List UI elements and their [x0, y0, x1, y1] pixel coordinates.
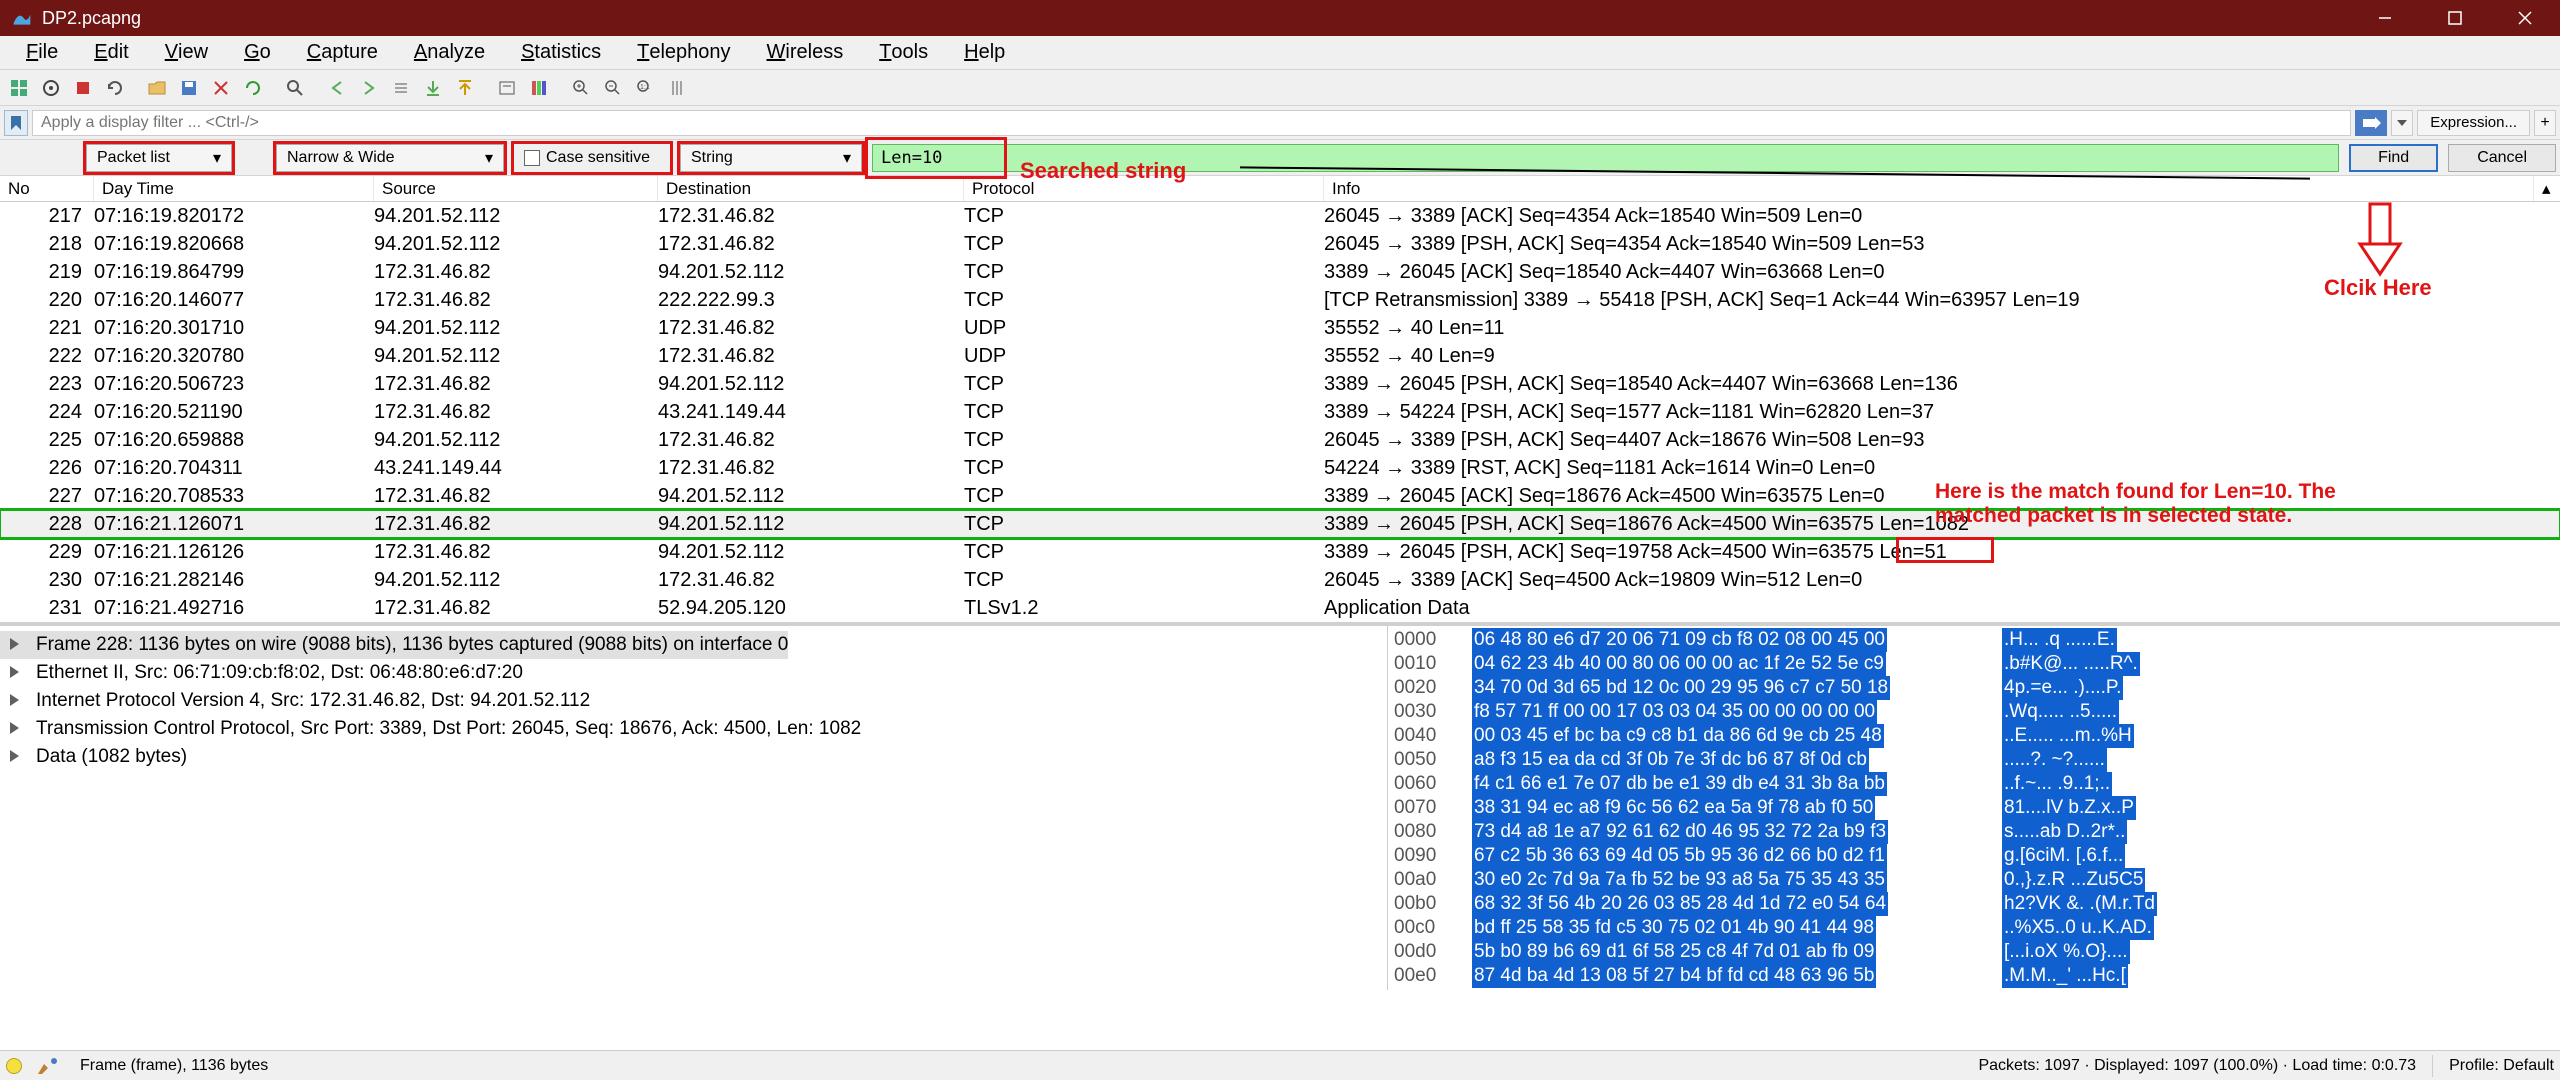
goto-last-icon[interactable]: [450, 73, 480, 103]
colorize-icon[interactable]: [524, 73, 554, 103]
wireshark-icon: [12, 8, 32, 28]
zoom-in-icon[interactable]: [566, 73, 596, 103]
table-row[interactable]: 21907:16:19.864799172.31.46.82 94.201.52…: [0, 258, 2560, 286]
find-button[interactable]: Find: [2349, 144, 2438, 172]
close-file-icon[interactable]: [206, 73, 236, 103]
menu-analyze[interactable]: Analyze: [396, 36, 503, 70]
menu-help[interactable]: Help: [946, 36, 1023, 70]
table-row[interactable]: 22907:16:21.126126172.31.46.82 94.201.52…: [0, 538, 2560, 566]
table-row[interactable]: 22207:16:20.32078094.201.52.112 172.31.4…: [0, 342, 2560, 370]
reload-icon[interactable]: [238, 73, 268, 103]
titlebar: DP2.pcapng: [0, 0, 2560, 36]
menu-statistics[interactable]: Statistics: [503, 36, 619, 70]
statusbar: Frame (frame), 1136 bytes Packets: 1097 …: [0, 1050, 2560, 1080]
tree-node[interactable]: Frame 228: 1136 bytes on wire (9088 bits…: [0, 631, 788, 659]
scroll-up-icon[interactable]: ▴: [2534, 176, 2560, 201]
tree-node[interactable]: Data (1082 bytes): [0, 743, 1387, 771]
col-source[interactable]: Source: [374, 176, 658, 201]
col-info[interactable]: Info: [1324, 176, 2534, 201]
start-capture-icon[interactable]: [68, 73, 98, 103]
display-filter-bar: Expression... +: [0, 106, 2560, 140]
prev-icon[interactable]: [322, 73, 352, 103]
status-left: Frame (frame), 1136 bytes: [80, 1057, 268, 1075]
col-destination[interactable]: Destination: [658, 176, 964, 201]
table-row[interactable]: 23107:16:21.492716172.31.46.82 52.94.205…: [0, 594, 2560, 622]
menubar: FileEditViewGoCaptureAnalyzeStatisticsTe…: [0, 36, 2560, 70]
expert-info-icon[interactable]: [6, 1058, 22, 1074]
find-scope-combo[interactable]: Packet list▾: [86, 144, 232, 172]
case-sensitive-checkbox[interactable]: Case sensitive: [514, 144, 670, 172]
find-search-input[interactable]: [872, 144, 2339, 172]
main-toolbar: 1:1: [0, 70, 2560, 106]
find-type-combo[interactable]: String▾: [680, 144, 862, 172]
col-no[interactable]: No: [0, 176, 94, 201]
window-title: DP2.pcapng: [42, 8, 141, 29]
minimize-button[interactable]: [2350, 0, 2420, 36]
close-button[interactable]: [2490, 0, 2560, 36]
col-protocol[interactable]: Protocol: [964, 176, 1324, 201]
find-icon[interactable]: [280, 73, 310, 103]
status-mid: Packets: 1097 · Displayed: 1097 (100.0%)…: [1978, 1057, 2416, 1075]
filter-apply-icon[interactable]: [2355, 110, 2387, 136]
table-row[interactable]: 22707:16:20.708533172.31.46.82 94.201.52…: [0, 482, 2560, 510]
add-filter-button-icon[interactable]: +: [2534, 110, 2556, 136]
menu-file[interactable]: File: [8, 36, 76, 70]
resize-columns-icon[interactable]: [662, 73, 692, 103]
options-icon[interactable]: [36, 73, 66, 103]
menu-go[interactable]: Go: [226, 36, 289, 70]
filter-bookmark-icon[interactable]: [4, 110, 28, 136]
table-row[interactable]: 22807:16:21.126071172.31.46.82 94.201.52…: [0, 510, 2560, 538]
tree-node[interactable]: Ethernet II, Src: 06:71:09:cb:f8:02, Dst…: [0, 659, 1387, 687]
table-row[interactable]: 22507:16:20.65988894.201.52.112 172.31.4…: [0, 426, 2560, 454]
svg-text:1:1: 1:1: [640, 84, 650, 91]
next-icon[interactable]: [354, 73, 384, 103]
goto-icon[interactable]: [386, 73, 416, 103]
menu-view[interactable]: View: [147, 36, 226, 70]
menu-capture[interactable]: Capture: [289, 36, 396, 70]
display-filter-input[interactable]: [32, 110, 2351, 136]
tree-node[interactable]: Internet Protocol Version 4, Src: 172.31…: [0, 687, 1387, 715]
table-row[interactable]: 22407:16:20.521190172.31.46.82 43.241.14…: [0, 398, 2560, 426]
table-row[interactable]: 22607:16:20.70431143.241.149.44 172.31.4…: [0, 454, 2560, 482]
tree-node[interactable]: Transmission Control Protocol, Src Port:…: [0, 715, 1387, 743]
table-row[interactable]: 21807:16:19.82066894.201.52.112 172.31.4…: [0, 230, 2560, 258]
packet-list[interactable]: 21707:16:19.82017294.201.52.112 172.31.4…: [0, 202, 2560, 622]
col-daytime[interactable]: Day Time: [94, 176, 374, 201]
table-row[interactable]: 22107:16:20.30171094.201.52.112 172.31.4…: [0, 314, 2560, 342]
find-toolbar: Packet list▾ Narrow & Wide▾ Case sensiti…: [0, 140, 2560, 176]
edit-preferences-icon[interactable]: [36, 1056, 60, 1076]
interfaces-icon[interactable]: [4, 73, 34, 103]
zoom-out-icon[interactable]: [598, 73, 628, 103]
packet-bytes-pane[interactable]: 0000001000200030004000500060007000800090…: [1388, 626, 2560, 990]
save-file-icon[interactable]: [174, 73, 204, 103]
autoscroll-icon[interactable]: [492, 73, 522, 103]
zoom-reset-icon[interactable]: 1:1: [630, 73, 660, 103]
maximize-button[interactable]: [2420, 0, 2490, 36]
goto-first-icon[interactable]: [418, 73, 448, 103]
table-row[interactable]: 21707:16:19.82017294.201.52.112 172.31.4…: [0, 202, 2560, 230]
menu-tools[interactable]: Tools: [861, 36, 946, 70]
table-row[interactable]: 22307:16:20.506723172.31.46.82 94.201.52…: [0, 370, 2560, 398]
menu-wireless[interactable]: Wireless: [749, 36, 862, 70]
cancel-button[interactable]: Cancel: [2448, 144, 2556, 172]
table-row[interactable]: 23007:16:21.28214694.201.52.112 172.31.4…: [0, 566, 2560, 594]
menu-edit[interactable]: Edit: [76, 36, 146, 70]
status-right: Profile: Default: [2449, 1057, 2554, 1075]
open-file-icon[interactable]: [142, 73, 172, 103]
expression-button[interactable]: Expression...: [2417, 110, 2530, 136]
table-row[interactable]: 22007:16:20.146077172.31.46.82 222.222.9…: [0, 286, 2560, 314]
restart-capture-icon[interactable]: [100, 73, 130, 103]
find-mode-combo[interactable]: Narrow & Wide▾: [276, 144, 504, 172]
filter-history-dropdown-icon[interactable]: [2391, 110, 2413, 136]
packet-details-tree[interactable]: Frame 228: 1136 bytes on wire (9088 bits…: [0, 626, 1387, 822]
packet-list-header: No Day Time Source Destination Protocol …: [0, 176, 2560, 202]
menu-telephony[interactable]: Telephony: [619, 36, 748, 70]
